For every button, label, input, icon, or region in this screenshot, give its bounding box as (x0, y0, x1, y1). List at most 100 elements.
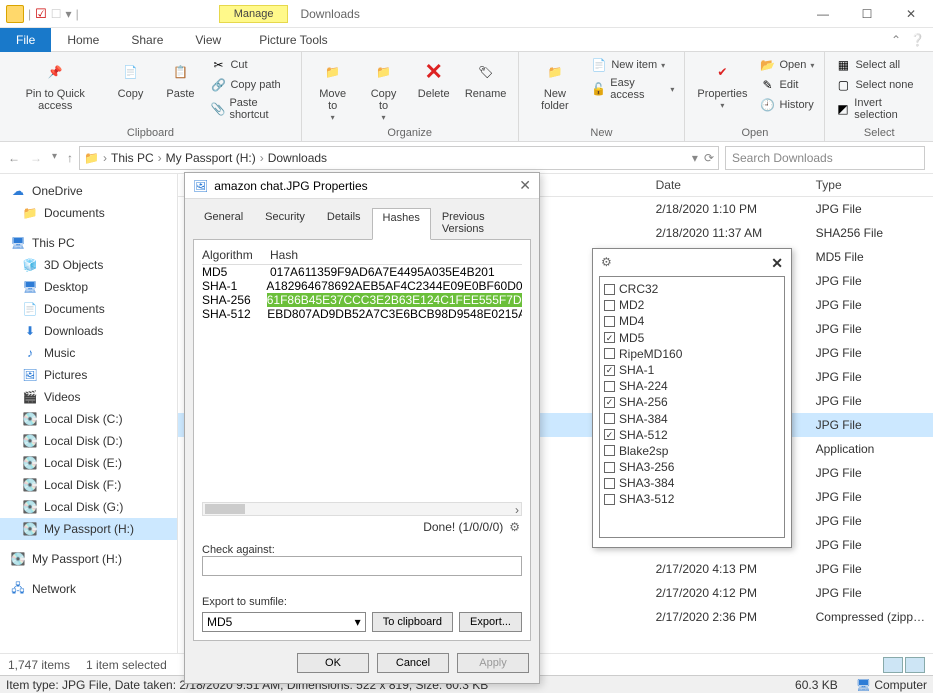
hash-row[interactable]: SHA-25661F86B45E37CCC3E2B63E124C1FEE555F… (202, 293, 522, 307)
export-format-select[interactable]: MD5▾ (202, 612, 366, 632)
algorithm-checkbox[interactable]: SHA3-512 (604, 491, 780, 507)
history-button[interactable]: 🕘History (758, 96, 817, 114)
paste-shortcut-button[interactable]: 📎Paste shortcut (208, 96, 292, 122)
breadcrumb-this-pc[interactable]: This PC (111, 151, 154, 165)
tab-share[interactable]: Share (115, 30, 179, 50)
sidebar-item-this-pc[interactable]: 🖥This PC (0, 232, 177, 254)
tab-home[interactable]: Home (51, 30, 115, 50)
breadcrumb-downloads[interactable]: Downloads (268, 151, 327, 165)
sidebar-item-local-disk-f[interactable]: 💽Local Disk (F:) (0, 474, 177, 496)
tab-file[interactable]: File (0, 28, 51, 52)
horizontal-scrollbar[interactable]: › (202, 502, 522, 516)
address-dropdown-icon[interactable]: ▾ (692, 151, 698, 165)
recent-dropdown[interactable]: ▾ (52, 151, 57, 165)
algorithm-checkbox[interactable]: MD2 (604, 297, 780, 313)
sidebar-item-local-disk-e[interactable]: 💽Local Disk (E:) (0, 452, 177, 474)
back-button[interactable]: ← (8, 151, 20, 165)
sidebar-item-local-disk-g[interactable]: 💽Local Disk (G:) (0, 496, 177, 518)
cancel-button[interactable]: Cancel (377, 653, 449, 673)
easy-access-button[interactable]: 🔓Easy access ▾ (589, 76, 676, 102)
minimize-button[interactable]: — (801, 0, 845, 28)
sidebar-item-my-passport-1[interactable]: 💽My Passport (H:) (0, 518, 177, 540)
qat-check-icon[interactable]: ☑ (35, 6, 47, 22)
sidebar-item-my-passport-2[interactable]: 💽My Passport (H:) (0, 548, 177, 570)
sidebar-item-onedrive[interactable]: ☁OneDrive (0, 180, 177, 202)
scrollbar-thumb[interactable] (205, 504, 245, 514)
algorithm-checkbox[interactable]: ✓SHA-256 (604, 394, 780, 410)
qat-dropdown-icon[interactable]: ▾ (66, 7, 72, 21)
tab-general[interactable]: General (193, 207, 254, 239)
sidebar-item-downloads[interactable]: ⬇Downloads (0, 320, 177, 342)
sidebar-item-documents[interactable]: 📁Documents (0, 202, 177, 224)
algorithm-checkbox[interactable]: SHA-224 (604, 378, 780, 394)
invert-selection-button[interactable]: ◩Invert selection (833, 96, 925, 122)
new-item-button[interactable]: 📄New item ▾ (589, 56, 676, 74)
copy-to-button[interactable]: 📁Copy to▾ (361, 56, 405, 125)
sidebar-item-music[interactable]: ♪Music (0, 342, 177, 364)
gear-icon[interactable]: ⚙ (601, 255, 612, 272)
hash-row[interactable]: SHA-512EBD807AD9DB52A7C3E6BCB98D9548E021… (202, 307, 522, 321)
tab-picture-tools[interactable]: Picture Tools (243, 30, 343, 50)
tab-view[interactable]: View (179, 30, 237, 50)
close-button[interactable]: ✕ (889, 0, 933, 28)
sidebar-item-pictures[interactable]: 🖼Pictures (0, 364, 177, 386)
help-icon[interactable]: ❔ (910, 33, 925, 47)
algorithm-checkbox[interactable]: ✓SHA-1 (604, 362, 780, 378)
chevron-right-icon[interactable]: › (103, 151, 107, 165)
check-against-input[interactable] (202, 556, 522, 576)
select-all-button[interactable]: ▦Select all (833, 56, 925, 74)
tab-previous-versions[interactable]: Previous Versions (431, 207, 531, 239)
algorithm-checkbox[interactable]: SHA-384 (604, 411, 780, 427)
contextual-tab-manage[interactable]: Manage (219, 5, 289, 23)
sidebar-item-videos[interactable]: 🎬Videos (0, 386, 177, 408)
algorithm-checkbox[interactable]: MD4 (604, 313, 780, 329)
sidebar-item-local-disk-d[interactable]: 💽Local Disk (D:) (0, 430, 177, 452)
maximize-button[interactable]: ☐ (845, 0, 889, 28)
column-header-type[interactable]: Type (808, 174, 933, 196)
view-details-icon[interactable] (883, 657, 903, 673)
sidebar-item-3d-objects[interactable]: 🧊3D Objects (0, 254, 177, 276)
sidebar-item-desktop[interactable]: 🖥Desktop (0, 276, 177, 298)
algorithm-checkbox[interactable]: ✓MD5 (604, 330, 780, 346)
copy-path-button[interactable]: 🔗Copy path (208, 76, 292, 94)
popup-close-icon[interactable]: ✕ (771, 255, 783, 272)
dialog-close-icon[interactable]: ✕ (519, 177, 531, 194)
hash-row[interactable]: MD5017A611359F9AD6A7E4495A035E4B201 (202, 265, 522, 279)
collapse-ribbon-icon[interactable]: ⌃ (891, 33, 901, 47)
breadcrumb-drive[interactable]: My Passport (H:) (166, 151, 256, 165)
column-header-date[interactable]: Date (648, 174, 808, 196)
forward-button[interactable]: → (30, 151, 42, 165)
to-clipboard-button[interactable]: To clipboard (372, 612, 453, 632)
search-input[interactable]: Search Downloads (725, 146, 925, 170)
edit-button[interactable]: ✎Edit (758, 76, 817, 94)
cut-button[interactable]: ✂Cut (208, 56, 292, 74)
algorithm-checkbox[interactable]: ✓SHA-512 (604, 427, 780, 443)
algorithm-checkbox[interactable]: SHA3-256 (604, 459, 780, 475)
rename-button[interactable]: 🏷Rename (462, 56, 510, 102)
header-algorithm[interactable]: Algorithm (202, 248, 270, 262)
scroll-right-icon[interactable]: › (515, 503, 519, 517)
algorithm-checkbox[interactable]: SHA3-384 (604, 475, 780, 491)
algorithm-checkbox[interactable]: CRC32 (604, 281, 780, 297)
algorithm-checkbox[interactable]: RipeMD160 (604, 346, 780, 362)
sidebar-item-documents2[interactable]: 📄Documents (0, 298, 177, 320)
chevron-right-icon[interactable]: › (158, 151, 162, 165)
algorithm-checkbox[interactable]: Blake2sp (604, 443, 780, 459)
delete-button[interactable]: ✕Delete (412, 56, 456, 102)
sidebar-item-local-disk-c[interactable]: 💽Local Disk (C:) (0, 408, 177, 430)
copy-button[interactable]: 📄 Copy (108, 56, 152, 102)
sidebar-item-network[interactable]: 🖧Network (0, 578, 177, 600)
view-large-icon[interactable] (905, 657, 925, 673)
chevron-right-icon[interactable]: › (260, 151, 264, 165)
apply-button[interactable]: Apply (457, 653, 529, 673)
move-to-button[interactable]: 📁Move to▾ (310, 56, 355, 125)
ok-button[interactable]: OK (297, 653, 369, 673)
dialog-title-bar[interactable]: 🖼 amazon chat.JPG Properties ✕ (185, 173, 539, 199)
paste-button[interactable]: 📋 Paste (158, 56, 202, 102)
tab-details[interactable]: Details (316, 207, 372, 239)
pin-to-quick-access-button[interactable]: 📌 Pin to Quick access (8, 56, 102, 114)
header-hash[interactable]: Hash (270, 248, 298, 262)
new-folder-button[interactable]: 📁New folder (527, 56, 584, 114)
gear-icon[interactable]: ⚙ (509, 520, 520, 534)
select-none-button[interactable]: ▢Select none (833, 76, 925, 94)
